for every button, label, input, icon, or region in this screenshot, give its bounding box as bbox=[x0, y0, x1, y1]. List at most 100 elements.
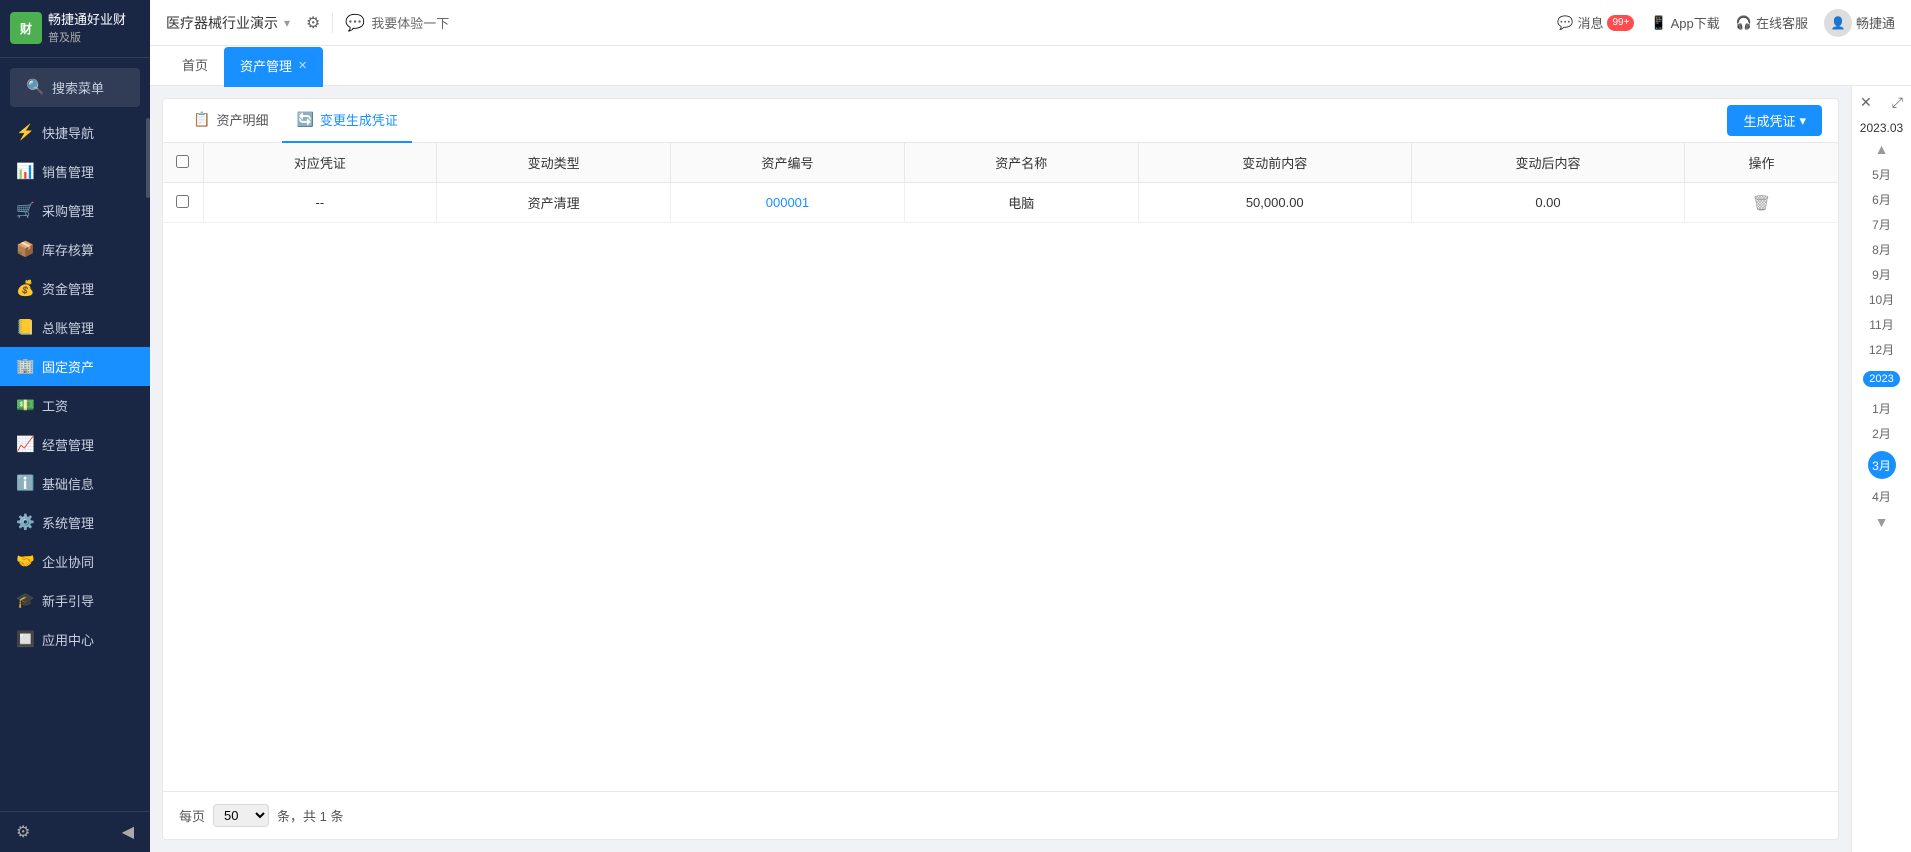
cell-operation: 🗑 bbox=[1685, 183, 1838, 223]
timeline-year-2023[interactable]: 2023 bbox=[1863, 371, 1899, 387]
main-content: 医疗器械行业演示 ▾ ⚙ 💬 我要体验一下 💬 消息 99+ 📱 App下载 🎧… bbox=[150, 0, 1911, 852]
asset-detail-icon: 📋 bbox=[193, 111, 210, 128]
generate-voucher-button[interactable]: 生成凭证 ▾ bbox=[1727, 105, 1822, 136]
timeline-current-month[interactable]: 3月 bbox=[1868, 451, 1896, 479]
timeline-month-12[interactable]: 12月 bbox=[1852, 338, 1911, 361]
message-btn[interactable]: 💬 消息 99+ bbox=[1557, 13, 1634, 32]
col-header-change-type: 变动类型 bbox=[437, 143, 671, 183]
header-right: 💬 消息 99+ 📱 App下载 🎧 在线客服 👤 畅捷通 bbox=[1557, 9, 1895, 37]
tab-home[interactable]: 首页 bbox=[166, 46, 224, 86]
download-icon: 📱 bbox=[1650, 15, 1666, 31]
guide-icon: 🎓 bbox=[16, 591, 34, 609]
sub-tabs: 📋 资产明细 🔄 变更生成凭证 生成凭证 ▾ bbox=[163, 99, 1838, 143]
sidebar-logo-text: 畅捷通好业财 普及版 bbox=[48, 12, 126, 45]
timeline-month-10[interactable]: 10月 bbox=[1852, 288, 1911, 311]
timeline-top-date: 2023.03 bbox=[1858, 119, 1905, 137]
ledger-icon: 📒 bbox=[16, 318, 34, 336]
col-header-before-change: 变动前内容 bbox=[1138, 143, 1411, 183]
customer-service-btn[interactable]: 🎧 在线客服 bbox=[1736, 13, 1808, 32]
col-header-voucher: 对应凭证 bbox=[203, 143, 437, 183]
sidebar-item-search[interactable]: 🔍 搜索菜单 bbox=[10, 68, 140, 107]
purchase-icon: 🛒 bbox=[16, 201, 34, 219]
sidebar-item-fixed-assets[interactable]: 🏢 固定资产 bbox=[0, 347, 150, 386]
sidebar-item-guide[interactable]: 🎓 新手引导 bbox=[0, 581, 150, 620]
service-icon: 🎧 bbox=[1736, 15, 1752, 31]
delete-row-button[interactable]: 🗑 bbox=[1752, 195, 1771, 212]
table-row: -- 资产清理 000001 电脑 50,000.00 0.00 🗑 bbox=[163, 183, 1838, 223]
settings-icon[interactable]: ⚙ bbox=[16, 822, 30, 842]
company-name: 医疗器械行业演示 bbox=[166, 13, 278, 33]
table-container: 对应凭证 变动类型 资产编号 资产名称 变动前内容 变动后内容 操作 bbox=[163, 143, 1838, 791]
feedback-btn[interactable]: 💬 我要体验一下 bbox=[345, 13, 449, 33]
system-icon: ⚙️ bbox=[16, 513, 34, 531]
tab-asset-mgmt[interactable]: 资产管理 ✕ bbox=[224, 47, 323, 87]
sidebar-item-basic-info[interactable]: ℹ️ 基础信息 bbox=[0, 464, 150, 503]
timeline-month-11[interactable]: 11月 bbox=[1852, 313, 1911, 336]
avatar: 👤 bbox=[1824, 9, 1852, 37]
timeline-month-2[interactable]: 2月 bbox=[1852, 422, 1911, 445]
content-panel: 📋 资产明细 🔄 变更生成凭证 生成凭证 ▾ bbox=[162, 98, 1839, 840]
pagination: 每页 50 10 20 100 条，共 1 条 bbox=[163, 791, 1838, 839]
sidebar-nav: 🔍 搜索菜单 ⚡ 快捷导航 📊 销售管理 🛒 采购管理 📦 库存核算 💰 资金管… bbox=[0, 58, 150, 811]
sidebar-item-inventory[interactable]: 📦 库存核算 bbox=[0, 230, 150, 269]
timeline-month-1[interactable]: 1月 bbox=[1852, 397, 1911, 420]
sub-tab-asset-detail[interactable]: 📋 资产明细 bbox=[179, 99, 282, 143]
sidebar-item-quick-nav[interactable]: ⚡ 快捷导航 bbox=[0, 113, 150, 152]
sidebar-bottom: ⚙ ◀ bbox=[0, 811, 150, 852]
sub-tab-change-voucher[interactable]: 🔄 变更生成凭证 bbox=[282, 99, 411, 143]
sidebar-item-payroll[interactable]: 💵 工资 bbox=[0, 386, 150, 425]
timeline-month-7[interactable]: 7月 bbox=[1852, 213, 1911, 236]
company-dropdown-arrow: ▾ bbox=[284, 16, 290, 30]
collapse-icon[interactable]: ◀ bbox=[122, 822, 134, 842]
timeline-month-8[interactable]: 8月 bbox=[1852, 238, 1911, 261]
timeline-month-6[interactable]: 6月 bbox=[1852, 188, 1911, 211]
timeline-down-icon[interactable]: ▼ bbox=[1871, 510, 1893, 534]
sidebar-item-sales[interactable]: 📊 销售管理 bbox=[0, 152, 150, 191]
quick-nav-icon: ⚡ bbox=[16, 123, 34, 141]
sidebar-item-ledger[interactable]: 📒 总账管理 bbox=[0, 308, 150, 347]
row-checkbox[interactable] bbox=[176, 195, 189, 208]
sidebar-item-enterprise[interactable]: 🤝 企业协同 bbox=[0, 542, 150, 581]
settings-gear-icon[interactable]: ⚙ bbox=[306, 13, 320, 33]
feedback-icon: 💬 bbox=[345, 13, 365, 33]
sidebar-item-purchase[interactable]: 🛒 采购管理 bbox=[0, 191, 150, 230]
sales-icon: 📊 bbox=[16, 162, 34, 180]
payroll-icon: 💵 bbox=[16, 396, 34, 414]
search-icon: 🔍 bbox=[26, 78, 44, 96]
row-checkbox-cell bbox=[163, 183, 203, 223]
sidebar-item-operations[interactable]: 📈 经营管理 bbox=[0, 425, 150, 464]
col-header-asset-name: 资产名称 bbox=[904, 143, 1138, 183]
tab-close-icon[interactable]: ✕ bbox=[298, 59, 307, 72]
app-download-btn[interactable]: 📱 App下载 bbox=[1650, 13, 1719, 32]
finance-icon: 💰 bbox=[16, 279, 34, 297]
user-menu[interactable]: 👤 畅捷通 bbox=[1824, 9, 1895, 37]
cell-asset-code: 000001 bbox=[671, 183, 905, 223]
operations-icon: 📈 bbox=[16, 435, 34, 453]
sidebar-item-finance[interactable]: 💰 资金管理 bbox=[0, 269, 150, 308]
app-logo-icon: 财 bbox=[10, 12, 42, 44]
message-icon: 💬 bbox=[1557, 15, 1573, 31]
sidebar-item-app-center[interactable]: 🔲 应用中心 bbox=[0, 620, 150, 659]
timeline-up-icon[interactable]: ▲ bbox=[1871, 137, 1893, 161]
col-header-asset-code: 资产编号 bbox=[671, 143, 905, 183]
page-area: 📋 资产明细 🔄 变更生成凭证 生成凭证 ▾ bbox=[150, 86, 1911, 852]
right-panel-close-icon[interactable]: ✕ bbox=[1860, 94, 1872, 111]
sidebar-item-system[interactable]: ⚙️ 系统管理 bbox=[0, 503, 150, 542]
inventory-icon: 📦 bbox=[16, 240, 34, 258]
company-selector[interactable]: 医疗器械行业演示 ▾ bbox=[166, 13, 290, 33]
header-divider bbox=[332, 13, 333, 33]
select-all-checkbox[interactable] bbox=[176, 155, 189, 168]
page-size-select[interactable]: 50 10 20 100 bbox=[213, 804, 269, 827]
cell-voucher: -- bbox=[203, 183, 437, 223]
timeline-month-9[interactable]: 9月 bbox=[1852, 263, 1911, 286]
timeline-month-5[interactable]: 5月 bbox=[1852, 163, 1911, 186]
col-header-checkbox bbox=[163, 143, 203, 183]
cell-after-change: 0.00 bbox=[1411, 183, 1684, 223]
sidebar: 财 畅捷通好业财 普及版 🔍 搜索菜单 ⚡ 快捷导航 📊 销售管理 🛒 采购管理… bbox=[0, 0, 150, 852]
right-panel-header: ✕ ⤢ bbox=[1852, 94, 1911, 111]
cell-before-change: 50,000.00 bbox=[1138, 183, 1411, 223]
sidebar-logo: 财 畅捷通好业财 普及版 bbox=[0, 0, 150, 58]
timeline-month-4[interactable]: 4月 bbox=[1852, 485, 1911, 508]
right-panel-expand-icon[interactable]: ⤢ bbox=[1892, 94, 1903, 111]
cell-asset-name: 电脑 bbox=[904, 183, 1138, 223]
